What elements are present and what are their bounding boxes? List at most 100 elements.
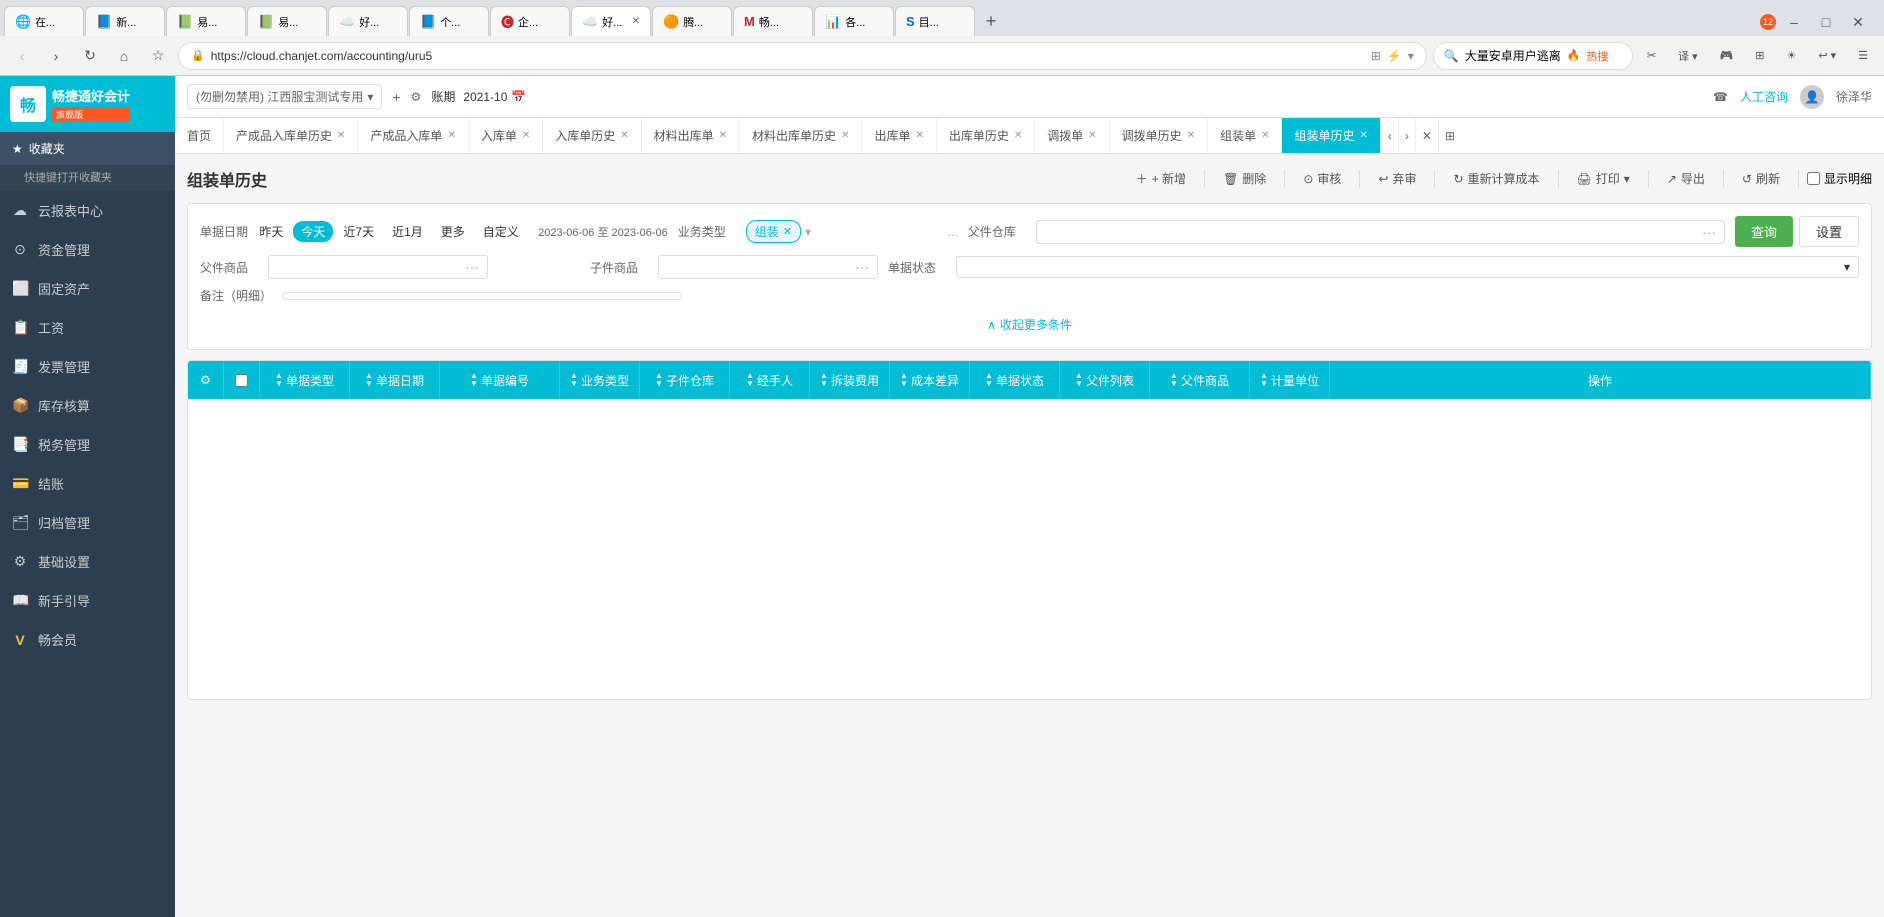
tab-more-options[interactable]: ⊞: [1438, 118, 1461, 154]
service-label[interactable]: 人工咨询: [1740, 88, 1788, 105]
browser-tab-1[interactable]: 🌐 在...: [4, 6, 84, 36]
tab-home[interactable]: 首页: [175, 118, 224, 154]
child-goods-dots[interactable]: ···: [855, 259, 869, 275]
forward-button[interactable]: ›: [42, 42, 70, 70]
tab-out-order-close[interactable]: ✕: [915, 130, 923, 141]
grid-icon[interactable]: ⊞: [1747, 47, 1772, 64]
delete-button[interactable]: 🗑 删除: [1213, 166, 1276, 191]
tab-assembly[interactable]: 调拨单 ✕: [1035, 118, 1109, 154]
abandon-button[interactable]: ↩ 弃审: [1368, 166, 1426, 191]
parent-wh-input[interactable]: ···: [1036, 220, 1725, 244]
tab-nav-next[interactable]: ›: [1398, 118, 1415, 154]
tab-produce-in-history-close[interactable]: ✕: [337, 130, 345, 141]
browser-tab-11[interactable]: 📊 各...: [814, 6, 894, 36]
lightning-icon[interactable]: ⚡: [1387, 49, 1402, 63]
minimize-button[interactable]: –: [1780, 8, 1808, 36]
browser-tab-3[interactable]: 📗 易...: [166, 6, 246, 36]
th-cost[interactable]: ▲▼ 拆装费用: [810, 361, 890, 399]
date-btn-7d[interactable]: 近7天: [335, 221, 382, 242]
qr-icon[interactable]: ⊞: [1371, 49, 1381, 63]
settings-button[interactable]: 设置: [1799, 216, 1859, 247]
browser-tab-6[interactable]: 📘 个...: [409, 6, 489, 36]
browser-tab-2[interactable]: 📘 新...: [85, 6, 165, 36]
add-company-icon[interactable]: +: [392, 89, 400, 105]
search-bar[interactable]: 🔍 大量安卓用户逃离 🔥 热搜: [1433, 42, 1633, 70]
sidebar-item-tax[interactable]: 📑 税务管理: [0, 425, 175, 464]
dropdown-icon[interactable]: ▾: [1408, 49, 1414, 63]
parent-goods-dots[interactable]: ···: [465, 259, 479, 275]
sidebar-item-settle[interactable]: 💳 结账: [0, 464, 175, 503]
tab-in-order-close[interactable]: ✕: [522, 130, 530, 141]
sidebar-item-member[interactable]: V 畅会员: [0, 620, 175, 659]
undo-icon[interactable]: ↩ ▾: [1810, 47, 1844, 64]
add-button[interactable]: ＋ + 新增: [1126, 166, 1196, 191]
tab-assembly-history[interactable]: 调拨单历史 ✕: [1110, 118, 1208, 154]
date-btn-today[interactable]: 今天: [293, 221, 333, 242]
sidebar-favorites-sub[interactable]: 快捷键打开收藏夹: [0, 165, 175, 191]
tab-produce-in[interactable]: 产成品入库单 ✕: [358, 118, 468, 154]
th-num[interactable]: ▲▼ 单据编号: [440, 361, 560, 399]
tab-in-order[interactable]: 入库单 ✕: [469, 118, 543, 154]
company-selector[interactable]: (勿删勿禁用) 江西服宝测试专用 ▾: [187, 84, 382, 109]
order-status-select[interactable]: ▾: [956, 256, 1859, 278]
tab-out-order[interactable]: 出库单 ✕: [862, 118, 936, 154]
user-name[interactable]: 徐泽华: [1836, 88, 1872, 105]
browser-tab-8[interactable]: ☁️ 好... ✕: [571, 6, 651, 36]
reload-button[interactable]: ↻: [76, 42, 104, 70]
close-button[interactable]: ✕: [1844, 8, 1872, 36]
tab-close-current[interactable]: ✕: [1415, 118, 1438, 154]
game-icon[interactable]: 🎮: [1712, 47, 1742, 64]
tab-nav-prev[interactable]: ‹: [1381, 118, 1398, 154]
tab-kit-history[interactable]: 组装单历史 ✕: [1282, 118, 1380, 154]
th-handler[interactable]: ▲▼ 经手人: [730, 361, 810, 399]
tab-kit-close[interactable]: ✕: [1261, 130, 1269, 141]
refresh-button[interactable]: ↺ 刷新: [1732, 166, 1790, 191]
sidebar-item-guide[interactable]: 📖 新手引导: [0, 581, 175, 620]
tab-material-out-history[interactable]: 材料出库单历史 ✕: [740, 118, 862, 154]
bookmark-button[interactable]: ☆: [144, 42, 172, 70]
tab-out-history[interactable]: 出库单历史 ✕: [937, 118, 1035, 154]
th-parent-goods[interactable]: ▲▼ 父件商品: [1150, 361, 1250, 399]
tab-material-out-history-close[interactable]: ✕: [841, 130, 849, 141]
parent-wh-dots[interactable]: ···: [1702, 224, 1716, 240]
th-date[interactable]: ▲▼ 单据日期: [350, 361, 440, 399]
sidebar-item-cloud-report[interactable]: ☁ 云报表中心: [0, 191, 175, 230]
tab-material-out[interactable]: 材料出库单 ✕: [642, 118, 740, 154]
cut-icon[interactable]: ✂: [1639, 47, 1664, 64]
date-btn-custom[interactable]: 自定义: [475, 221, 527, 242]
query-button[interactable]: 查询: [1735, 216, 1793, 247]
th-unit[interactable]: ▲▼ 计量单位: [1250, 361, 1330, 399]
sidebar-item-inventory[interactable]: 📦 库存核算: [0, 386, 175, 425]
biz-dropdown-icon[interactable]: ▾: [805, 225, 811, 239]
th-parent-list[interactable]: ▲▼ 父件列表: [1060, 361, 1150, 399]
parent-goods-input[interactable]: ···: [268, 255, 488, 279]
back-button[interactable]: ‹: [8, 42, 36, 70]
show-detail-toggle[interactable]: 显示明细: [1807, 170, 1872, 187]
print-button[interactable]: 🖨 打印 ▾: [1567, 166, 1640, 191]
tab-assembly-close[interactable]: ✕: [1088, 130, 1096, 141]
sidebar-item-salary[interactable]: 📋 工资: [0, 308, 175, 347]
export-button[interactable]: ↗ 导出: [1657, 166, 1715, 191]
browser-tab-7[interactable]: 🅒 企...: [490, 6, 570, 36]
sidebar-item-invoice[interactable]: 🧾 发票管理: [0, 347, 175, 386]
sidebar-item-fixed-asset[interactable]: ⬜ 固定资产: [0, 269, 175, 308]
translate-icon[interactable]: 译 ▾: [1670, 46, 1706, 66]
sidebar-item-archive[interactable]: 🗂 归档管理: [0, 503, 175, 542]
tab-produce-in-close[interactable]: ✕: [447, 130, 455, 141]
th-wh[interactable]: ▲▼ 子件仓库: [640, 361, 730, 399]
tab-produce-in-history[interactable]: 产成品入库单历史 ✕: [224, 118, 358, 154]
browser-tab-10[interactable]: M 畅...: [733, 6, 813, 36]
browser-tab-12[interactable]: S 目...: [895, 6, 975, 36]
date-btn-more[interactable]: 更多: [433, 221, 473, 242]
collapse-button[interactable]: ∧ 收起更多条件: [200, 312, 1859, 337]
tab-in-history[interactable]: 入库单历史 ✕: [543, 118, 641, 154]
tab-in-history-close[interactable]: ✕: [620, 130, 628, 141]
sidebar-item-settings[interactable]: ⚙ 基础设置: [0, 542, 175, 581]
sun-icon[interactable]: ☀: [1778, 47, 1804, 64]
date-btn-1m[interactable]: 近1月: [384, 221, 431, 242]
recalc-button[interactable]: ↻ 重新计算成本: [1443, 166, 1549, 191]
tab-material-out-close[interactable]: ✕: [719, 130, 727, 141]
sidebar-favorites[interactable]: ★ 收藏夹: [0, 132, 175, 165]
th-settings[interactable]: ⚙: [188, 361, 224, 399]
browser-tab-9[interactable]: 🟠 腾...: [652, 6, 732, 36]
